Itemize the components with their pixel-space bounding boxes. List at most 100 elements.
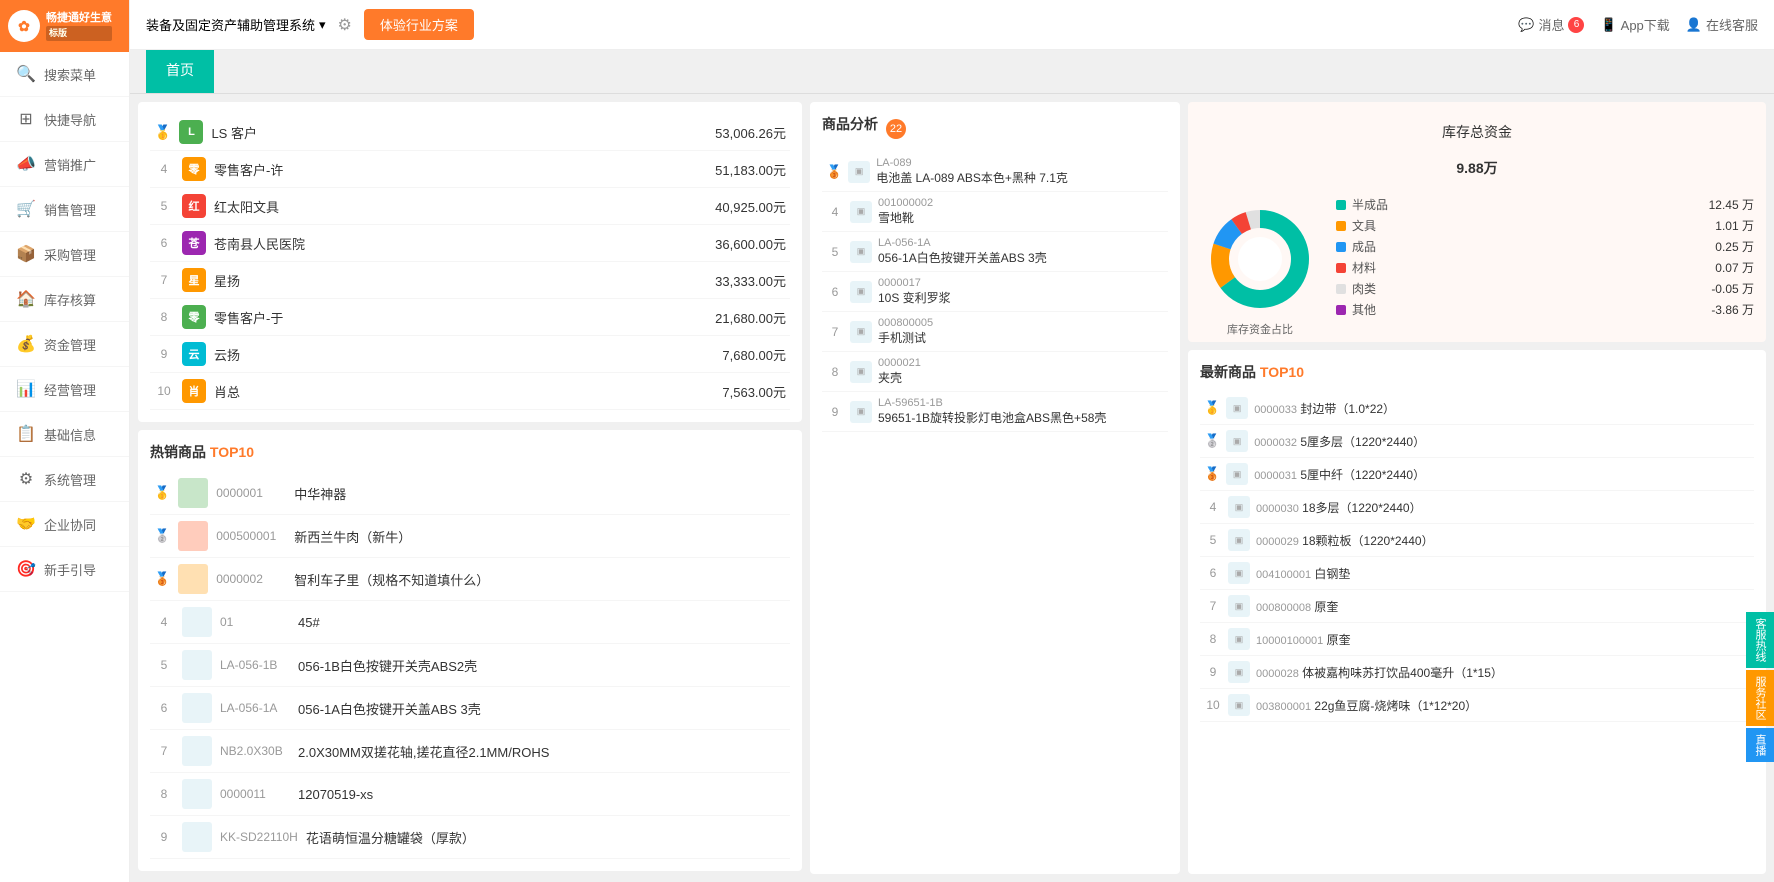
rank-number: 9 [154,347,174,361]
app-download-btn[interactable]: 📱 App下载 [1600,15,1669,34]
tab-home[interactable]: 首页 [146,50,214,93]
medal-icon: 🥇 [154,485,170,501]
product-icon: ▣ [850,201,872,223]
rank-number: 6 [826,285,844,299]
product-code: 0000033 [1254,404,1297,416]
sidebar-item-basic-info[interactable]: 📋 基础信息 [0,412,129,457]
table-row: 4 零 零售客户-许 51,183.00元 [150,151,790,188]
customer-amount: 40,925.00元 [715,197,786,216]
medal-icon: 🥉 [826,164,842,180]
sidebar-search[interactable]: 🔍 搜索菜单 [0,52,129,97]
hot-products-title: 热销商品 TOP10 [150,442,790,462]
product-icon: ▣ [1226,463,1248,485]
product-name: 056-1A白色按键开关盖ABS 3壳 [878,249,1164,266]
customer-amount: 7,563.00元 [722,382,786,401]
product-name: 雪地靴 [878,209,1164,226]
sidebar-item-finance[interactable]: 💰 资金管理 [0,322,129,367]
product-code: 0000028 [1256,668,1299,680]
list-item: 9 ▣ LA-59651-1B 59651-1B旋转投影灯电池盒ABS黑色+58… [822,392,1168,432]
logo-icon: ✿ [8,10,40,42]
product-name: 花语萌恒温分糖罐袋（厚款） [306,828,786,847]
product-name: 45# [298,615,786,630]
product-code: 0000031 [1254,470,1297,482]
product-name: 056-1A白色按键开关盖ABS 3壳 [298,699,786,718]
service-community-btn[interactable]: 服务社区 [1746,670,1774,726]
product-name: 18颗粒板（1220*2440） [1302,534,1433,548]
rank-number: 4 [154,615,174,629]
sidebar-item-purchase[interactable]: 📦 采购管理 [0,232,129,277]
sales-analysis-panel: 商品分析 22 🥉 ▣ LA-089 电池盖 LA-089 ABS本色+黑种 7… [810,102,1180,874]
sidebar-item-sales[interactable]: 🛒 销售管理 [0,187,129,232]
list-item: 🥉 0000002 智利车子里（规格不知道填什么） [150,558,790,601]
sidebar-item-guide[interactable]: 🎯 新手引导 [0,547,129,592]
customer-name: 肖总 [214,382,714,401]
sidebar-logo: ✿ 畅捷通好生意 标版 [0,0,129,52]
live-btn[interactable]: 直播 [1746,728,1774,762]
customer-amount: 36,600.00元 [715,234,786,253]
product-icon: ▣ [1226,397,1248,419]
legend-item: 肉类 -0.05 万 [1336,280,1754,297]
inventory-chart-area: 库存资金占比 半成品 12.45 万 文具 1.01 万 [1200,188,1754,330]
table-row: 7 星 星扬 33,333.00元 [150,262,790,299]
list-item: 5 ▣ LA-056-1A 056-1A白色按键开关盖ABS 3壳 [822,232,1168,272]
rank-number: 9 [826,405,844,419]
product-code: 001000002 [878,197,1164,209]
newest-products-panel: 最新商品 TOP10 🥇 ▣ 0000033 封边带（1.0*22） 🥈 ▣ [1188,350,1766,874]
trial-btn[interactable]: 体验行业方案 [364,9,474,40]
product-icon: ▣ [1228,628,1250,650]
rank-number: 7 [154,744,174,758]
product-code: 004100001 [1256,569,1311,581]
inventory-summary: 库存总资金 9.88万 [1200,114,1754,188]
newest-products-list: 🥇 ▣ 0000033 封边带（1.0*22） 🥈 ▣ 0000032 5厘多层… [1200,392,1754,722]
system-selector[interactable]: 装备及固定资产辅助管理系统 ▾ [146,15,326,34]
rank-number: 4 [154,162,174,176]
sidebar-item-marketing[interactable]: 📣 营销推广 [0,142,129,187]
product-name: 2.0X30MM双搓花轴,搓花直径2.1MM/ROHS [298,742,786,761]
list-item: 7 NB2.0X30B 2.0X30MM双搓花轴,搓花直径2.1MM/ROHS [150,730,790,773]
list-item: 5 LA-056-1B 056-1B白色按键开关壳ABS2壳 [150,644,790,687]
sidebar-item-operations[interactable]: 📊 经营管理 [0,367,129,412]
product-name: 18多层（1220*2440） [1302,501,1421,515]
sidebar-item-enterprise[interactable]: 🤝 企业协同 [0,502,129,547]
product-name: 新西兰牛肉（新牛） [294,527,786,546]
enterprise-icon: 🤝 [16,514,36,534]
hot-products-list: 🥇 0000001 中华神器 🥈 000500001 新西兰牛肉（新牛） 🥉 [150,472,790,859]
sidebar-item-inventory[interactable]: 🏠 库存核算 [0,277,129,322]
product-code: 003800001 [1256,701,1311,713]
table-row: 10 肖 肖总 7,563.00元 [150,373,790,410]
marketing-icon: 📣 [16,154,36,174]
inventory-title: 库存总资金 [1200,122,1754,142]
table-row: 6 苍 苍南县人民医院 36,600.00元 [150,225,790,262]
list-item: 4 01 45# [150,601,790,644]
product-code: 0000011 [220,787,290,801]
sales-analysis-list: 🥉 ▣ LA-089 电池盖 LA-089 ABS本色+黑种 7.1克 4 ▣ … [822,152,1168,432]
product-code: KK-SD22110H [220,830,298,844]
product-name: 原奎 [1327,633,1351,647]
inventory-panel: 库存总资金 9.88万 [1188,102,1766,342]
product-code: LA-056-1A [220,701,290,715]
product-name: 中华神器 [294,484,786,503]
customer-badge: 零 [182,157,206,181]
customer-service-btn[interactable]: 客服热线 [1746,612,1774,668]
sidebar-item-system[interactable]: ⚙ 系统管理 [0,457,129,502]
home-icon: ⊞ [16,109,36,129]
message-btn[interactable]: 💬 消息 6 [1518,15,1584,34]
medal-icon: 🥇 [1204,400,1220,416]
product-name: 夹壳 [878,369,1164,386]
product-name: 59651-1B旋转投影灯电池盒ABS黑色+58壳 [878,409,1164,426]
product-name: 5厘中纤（1220*2440） [1300,468,1425,482]
list-item: 9 KK-SD22110H 花语萌恒温分糖罐袋（厚款） [150,816,790,859]
customer-name: 零售客户-许 [214,160,707,179]
product-icon: ▣ [1226,430,1248,452]
rank-number: 7 [1204,599,1222,613]
product-code: 0000001 [216,486,286,500]
sidebar-item-quick-nav[interactable]: ⊞ 快捷导航 [0,97,129,142]
product-name: 原奎 [1314,600,1338,614]
online-service-btn[interactable]: 👤 在线客服 [1686,15,1758,34]
rank-number: 9 [154,830,174,844]
inventory-legend: 半成品 12.45 万 文具 1.01 万 成品 0.25 万 [1336,196,1754,322]
list-item: 🥈 ▣ 0000032 5厘多层（1220*2440） [1200,425,1754,458]
rank-number: 5 [154,658,174,672]
settings-icon[interactable]: ⚙ [338,15,352,35]
medal-icon: 🥈 [1204,433,1220,449]
